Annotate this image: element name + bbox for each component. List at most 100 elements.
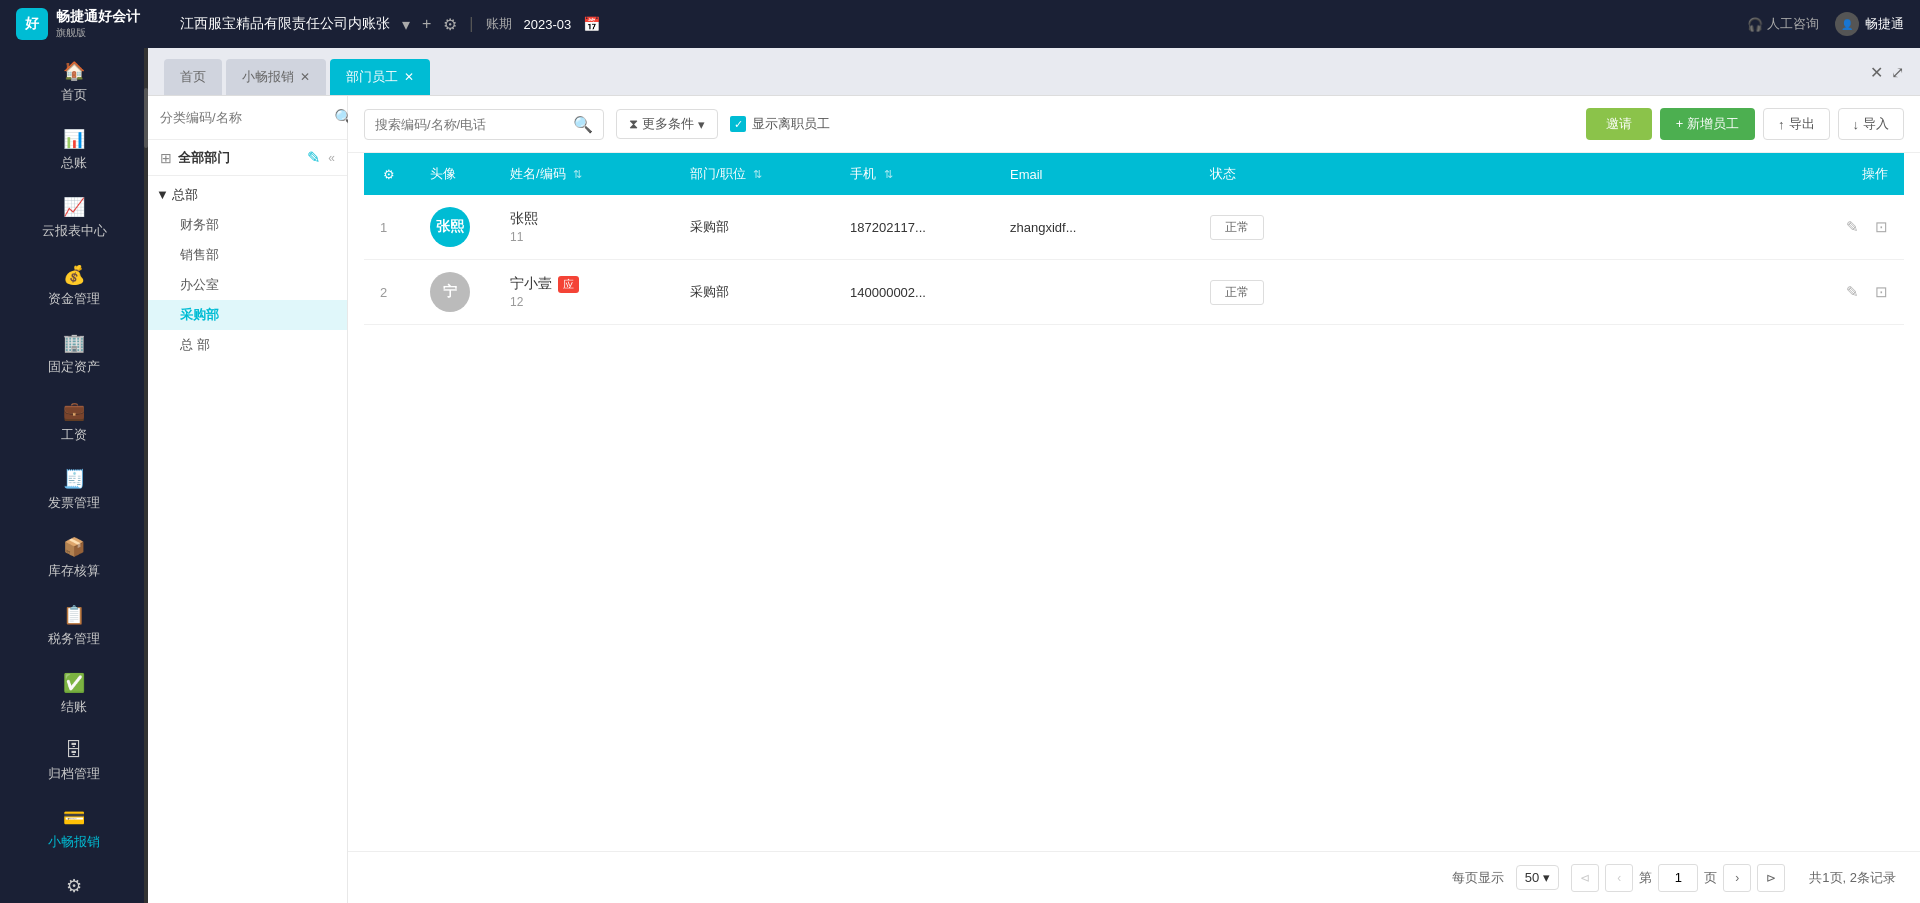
search-icon: 🔍 (573, 115, 593, 134)
row-avatar: 张熙 (414, 195, 494, 260)
col-settings[interactable]: ⚙ (364, 153, 414, 195)
row-avatar: 宁 (414, 260, 494, 325)
invite-btn[interactable]: 邀请 (1586, 108, 1652, 140)
import-btn[interactable]: ↓ 导入 (1838, 108, 1905, 140)
sidebar-item-fund-mgmt[interactable]: 💰 资金管理 (0, 252, 148, 320)
sidebar-item-home[interactable]: 🏠 首页 (0, 48, 148, 116)
company-dropdown-btn[interactable]: ▾ (402, 15, 410, 34)
support-btn[interactable]: 🎧 人工咨询 (1747, 15, 1819, 33)
col-name[interactable]: 姓名/编码 ⇅ (494, 153, 674, 195)
general-ledger-icon: 📊 (63, 128, 85, 150)
row-phone: 187202117... (834, 195, 994, 260)
import-icon: ↓ (1853, 117, 1860, 132)
export-label: 导出 (1789, 115, 1815, 133)
page-last-btn[interactable]: ⊳ (1757, 864, 1785, 892)
sidebar-label-expense: 小畅报销 (48, 833, 100, 851)
checkbox-checked-icon: ✓ (730, 116, 746, 132)
per-page-label: 每页显示 (1452, 869, 1504, 887)
dept-node-purchase[interactable]: 采购部 (148, 300, 347, 330)
company-name: 江西服宝精品有限责任公司内账张 (180, 15, 390, 33)
show-resigned-checkbox[interactable]: ✓ 显示离职员工 (730, 115, 830, 133)
page-content: 🔍 ⊞ 全部部门 ✎ « ▼ 总部 财务部 (148, 96, 1920, 903)
row-num: 2 (364, 260, 414, 325)
tab-dept-label: 部门员工 (346, 68, 398, 86)
sidebar-label-archive: 归档管理 (48, 765, 100, 783)
tab-close-window-btn[interactable]: ✕ (1870, 62, 1883, 81)
dept-node-general2[interactable]: 总 部 (148, 330, 347, 360)
employee-code: 12 (510, 295, 658, 309)
filter-label: 更多条件 (642, 115, 694, 133)
tab-expense-close[interactable]: ✕ (300, 70, 310, 84)
dept-all-label[interactable]: 全部部门 (178, 149, 230, 167)
import-label: 导入 (1863, 115, 1889, 133)
inventory-icon: 📦 (63, 536, 85, 558)
tab-expense[interactable]: 小畅报销 ✕ (226, 59, 326, 95)
fixed-assets-icon: 🏢 (63, 332, 85, 354)
row-num: 1 (364, 195, 414, 260)
sidebar-item-general-ledger[interactable]: 📊 总账 (0, 116, 148, 184)
more-op-icon[interactable]: ⊡ (1875, 218, 1888, 236)
sidebar: 🏠 首页 📊 总账 📈 云报表中心 💰 资金管理 🏢 固定资产 💼 工资 🧾 发… (0, 48, 148, 903)
dept-node-general[interactable]: ▼ 总部 (148, 180, 347, 210)
support-label: 人工咨询 (1767, 15, 1819, 33)
dept-search-area: 🔍 (148, 96, 347, 140)
per-page-chevron: ▾ (1543, 870, 1550, 885)
main-layout: 🏠 首页 📊 总账 📈 云报表中心 💰 资金管理 🏢 固定资产 💼 工资 🧾 发… (0, 48, 1920, 903)
dept-collapse-btn[interactable]: « (328, 151, 335, 165)
sidebar-item-payroll[interactable]: 💼 工资 (0, 388, 148, 456)
more-op-icon[interactable]: ⊡ (1875, 283, 1888, 301)
toolbar-right: 邀请 + 新增员工 ↑ 导出 ↓ 导入 (1586, 108, 1904, 140)
logo-text: 畅捷通好会计 (56, 8, 140, 26)
content-area: 首页 小畅报销 ✕ 部门员工 ✕ ✕ ⤢ 🔍 (148, 48, 1920, 903)
tab-home[interactable]: 首页 (164, 59, 222, 95)
sidebar-item-report-center[interactable]: 📈 云报表中心 (0, 184, 148, 252)
sidebar-label-general-ledger: 总账 (61, 154, 87, 172)
sidebar-item-tax[interactable]: 📋 税务管理 (0, 592, 148, 660)
dept-node-office[interactable]: 办公室 (148, 270, 347, 300)
calendar-icon[interactable]: 📅 (583, 16, 600, 32)
page-prev-btn[interactable]: ‹ (1605, 864, 1633, 892)
sidebar-item-checkout[interactable]: ✅ 结账 (0, 660, 148, 728)
sidebar-item-inventory[interactable]: 📦 库存核算 (0, 524, 148, 592)
col-phone[interactable]: 手机 ⇅ (834, 153, 994, 195)
dept-header-left: ⊞ 全部部门 (160, 149, 230, 167)
filter-icon: ⧗ (629, 116, 638, 132)
filter-btn[interactable]: ⧗ 更多条件 ▾ (616, 109, 718, 139)
per-page-select[interactable]: 50 ▾ (1516, 865, 1559, 890)
sidebar-label-report: 云报表中心 (42, 222, 107, 240)
tab-dept-employee[interactable]: 部门员工 ✕ (330, 59, 430, 95)
add-employee-btn[interactable]: + 新增员工 (1660, 108, 1755, 140)
dept-search-input[interactable] (160, 110, 328, 125)
sidebar-label-home: 首页 (61, 86, 87, 104)
sidebar-label-tax: 税务管理 (48, 630, 100, 648)
add-account-btn[interactable]: + (422, 15, 431, 33)
sidebar-item-fixed-assets[interactable]: 🏢 固定资产 (0, 320, 148, 388)
sidebar-item-basic-settings[interactable]: ⚙ 基础设置 (0, 863, 148, 903)
sidebar-item-archive[interactable]: 🗄 归档管理 (0, 728, 148, 795)
dept-node-sales[interactable]: 销售部 (148, 240, 347, 270)
employee-search-input[interactable] (375, 117, 567, 132)
basic-settings-icon: ⚙ (66, 875, 82, 897)
tab-expand-btn[interactable]: ⤢ (1891, 62, 1904, 81)
employee-search-box[interactable]: 🔍 (364, 109, 604, 140)
page-first-btn[interactable]: ⊲ (1571, 864, 1599, 892)
edit-icon[interactable]: ✎ (1846, 283, 1859, 301)
tab-dept-close[interactable]: ✕ (404, 70, 414, 84)
sidebar-item-expense[interactable]: 💳 小畅报销 (0, 795, 148, 863)
col-op: 操作 (1314, 153, 1904, 195)
settings-btn[interactable]: ⚙ (443, 15, 457, 34)
export-btn[interactable]: ↑ 导出 (1763, 108, 1830, 140)
page-next-btn[interactable]: › (1723, 864, 1751, 892)
page-num-input[interactable] (1658, 864, 1698, 892)
dept-edit-btn[interactable]: ✎ (307, 148, 320, 167)
dept-grid-icon: ⊞ (160, 150, 172, 166)
col-dept[interactable]: 部门/职位 ⇅ (674, 153, 834, 195)
user-area[interactable]: 👤 畅捷通 (1835, 12, 1904, 36)
dept-tree: ▼ 总部 财务部 销售部 办公室 采购部 总 部 (148, 176, 347, 903)
row-dept: 采购部 (674, 195, 834, 260)
sidebar-item-invoice[interactable]: 🧾 发票管理 (0, 456, 148, 524)
sidebar-scrollbar[interactable] (144, 48, 148, 903)
row-status: 正常 (1194, 260, 1314, 325)
dept-node-finance[interactable]: 财务部 (148, 210, 347, 240)
edit-icon[interactable]: ✎ (1846, 218, 1859, 236)
